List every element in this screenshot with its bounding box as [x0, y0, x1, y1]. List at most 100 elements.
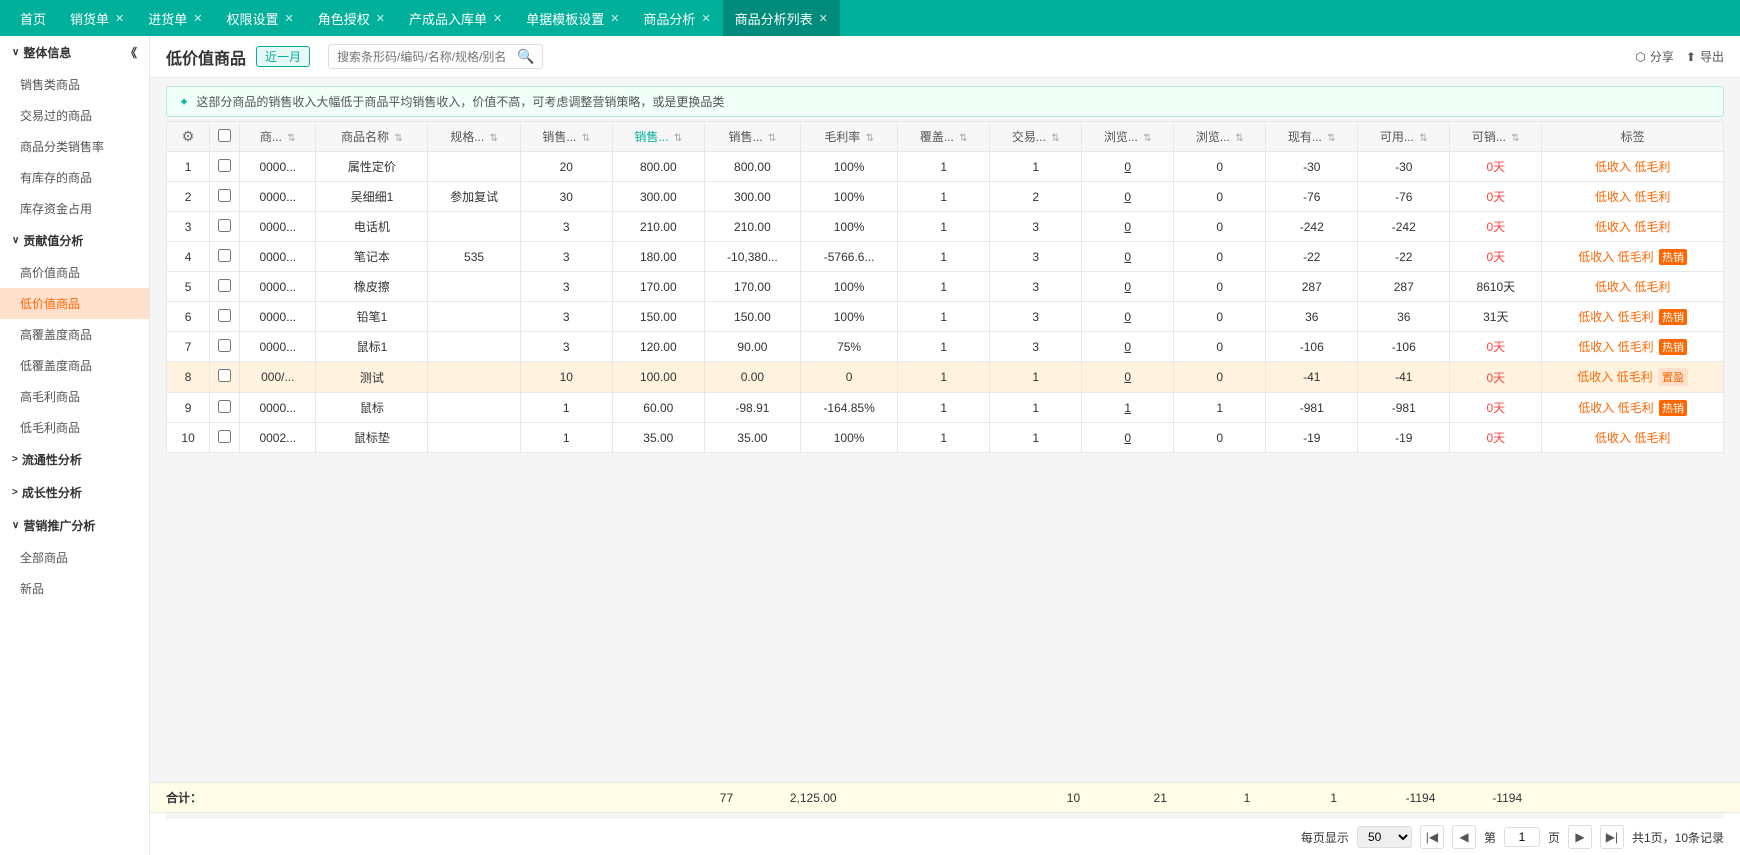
nav-sales-order[interactable]: 销货单 ✕ [58, 0, 136, 36]
sidebar-item-low-value[interactable]: 低价值商品 [0, 288, 149, 319]
nav-purchase-order[interactable]: 进货单 ✕ [136, 0, 214, 36]
row-checkbox-cell[interactable] [210, 272, 240, 302]
views-link[interactable]: 0 [1124, 431, 1131, 445]
nav-permission-settings[interactable]: 权限设置 ✕ [214, 0, 305, 36]
row-checkbox-cell[interactable] [210, 182, 240, 212]
sidebar-section-growth[interactable]: > 成长性分析 [0, 476, 149, 509]
row-checkbox-cell[interactable] [210, 362, 240, 393]
sidebar-item-high-coverage[interactable]: 高覆盖度商品 [0, 319, 149, 350]
views-link[interactable]: 0 [1124, 160, 1131, 174]
next-page-button[interactable]: ▶ [1568, 825, 1592, 849]
nav-template-settings[interactable]: 单据模板设置 ✕ [514, 0, 631, 36]
close-icon[interactable]: ✕ [285, 12, 294, 25]
views1-cell[interactable]: 0 [1082, 212, 1174, 242]
name-column-header[interactable]: 商品名称 ⇅ [316, 122, 428, 152]
views1-cell[interactable]: 1 [1082, 393, 1174, 423]
coverage-column-header[interactable]: 覆盖... ⇅ [898, 122, 990, 152]
views1-cell[interactable]: 0 [1082, 302, 1174, 332]
select-all-checkbox[interactable] [218, 129, 231, 142]
page-number-input[interactable] [1504, 827, 1540, 847]
transactions-column-header[interactable]: 交易... ⇅ [990, 122, 1082, 152]
gear-icon[interactable]: ⚙ [182, 128, 195, 144]
close-icon[interactable]: ✕ [115, 12, 124, 25]
last-page-button[interactable]: ▶| [1600, 825, 1624, 849]
views-link[interactable]: 0 [1124, 340, 1131, 354]
search-input[interactable] [337, 50, 517, 64]
close-icon[interactable]: ✕ [610, 12, 619, 25]
time-filter-badge[interactable]: 近一月 [256, 46, 310, 67]
row-checkbox[interactable] [218, 369, 231, 382]
export-button[interactable]: ⬆ 导出 [1686, 48, 1724, 65]
views-link[interactable]: 1 [1124, 401, 1131, 415]
sidebar-section-overall[interactable]: ∨ 整体信息 《 [0, 36, 149, 69]
code-column-header[interactable]: 商... ⇅ [240, 122, 316, 152]
views-link[interactable]: 0 [1124, 220, 1131, 234]
views2-column-header[interactable]: 浏览... ⇅ [1174, 122, 1266, 152]
sidebar-item-category-sales-rate[interactable]: 商品分类销售率 [0, 131, 149, 162]
row-checkbox[interactable] [218, 189, 231, 202]
sellable-column-header[interactable]: 可销... ⇅ [1450, 122, 1542, 152]
views-link[interactable]: 0 [1124, 370, 1131, 384]
spec-column-header[interactable]: 规格... ⇅ [428, 122, 520, 152]
sidebar-section-contribution[interactable]: ∨ 贡献值分析 [0, 224, 149, 257]
row-checkbox[interactable] [218, 279, 231, 292]
first-page-button[interactable]: |◀ [1420, 825, 1444, 849]
close-icon[interactable]: ✕ [193, 12, 202, 25]
nav-product-warehouse[interactable]: 产成品入库单 ✕ [397, 0, 514, 36]
available-column-header[interactable]: 可用... ⇅ [1358, 122, 1450, 152]
sales-amount-column-header[interactable]: 销售... ⇅ [612, 122, 704, 152]
sidebar-item-new-goods[interactable]: 新品 [0, 573, 149, 604]
views1-cell[interactable]: 0 [1082, 242, 1174, 272]
views1-cell[interactable]: 0 [1082, 362, 1174, 393]
row-checkbox-cell[interactable] [210, 152, 240, 182]
row-checkbox[interactable] [218, 400, 231, 413]
row-checkbox-cell[interactable] [210, 423, 240, 453]
current-stock-column-header[interactable]: 现有... ⇅ [1266, 122, 1358, 152]
nav-product-analysis-list[interactable]: 商品分析列表 ✕ [723, 0, 840, 36]
nav-home[interactable]: 首页 [8, 0, 58, 36]
close-icon[interactable]: ✕ [819, 12, 828, 25]
row-checkbox-cell[interactable] [210, 242, 240, 272]
settings-column-header[interactable]: ⚙ [167, 122, 210, 152]
views1-cell[interactable]: 0 [1082, 423, 1174, 453]
search-icon[interactable]: 🔍 [517, 48, 534, 65]
row-checkbox-cell[interactable] [210, 393, 240, 423]
sidebar-item-all-goods[interactable]: 全部商品 [0, 542, 149, 573]
views1-column-header[interactable]: 浏览... ⇅ [1082, 122, 1174, 152]
views1-cell[interactable]: 0 [1082, 182, 1174, 212]
close-icon[interactable]: ✕ [701, 12, 710, 25]
nav-product-analysis[interactable]: 商品分析 ✕ [631, 0, 722, 36]
row-checkbox[interactable] [218, 339, 231, 352]
close-icon[interactable]: ✕ [376, 12, 385, 25]
row-checkbox[interactable] [218, 159, 231, 172]
row-checkbox[interactable] [218, 249, 231, 262]
views1-cell[interactable]: 0 [1082, 332, 1174, 362]
row-checkbox-cell[interactable] [210, 212, 240, 242]
row-checkbox[interactable] [218, 309, 231, 322]
sidebar-item-high-value[interactable]: 高价值商品 [0, 257, 149, 288]
sidebar-item-high-margin[interactable]: 高毛利商品 [0, 381, 149, 412]
views1-cell[interactable]: 0 [1082, 152, 1174, 182]
share-button[interactable]: ⬡ 分享 [1635, 48, 1674, 65]
sidebar-item-traded-goods[interactable]: 交易过的商品 [0, 100, 149, 131]
close-icon[interactable]: ✕ [493, 12, 502, 25]
checkbox-column-header[interactable] [210, 122, 240, 152]
views1-cell[interactable]: 0 [1082, 272, 1174, 302]
sidebar-item-sales-goods[interactable]: 销售类商品 [0, 69, 149, 100]
row-checkbox-cell[interactable] [210, 302, 240, 332]
sales-qty-column-header[interactable]: 销售... ⇅ [520, 122, 612, 152]
sidebar-item-low-margin[interactable]: 低毛利商品 [0, 412, 149, 443]
sidebar-section-liquidity[interactable]: > 流通性分析 [0, 443, 149, 476]
views-link[interactable]: 0 [1124, 190, 1131, 204]
collapse-btn[interactable]: 《 [125, 44, 137, 61]
nav-role-auth[interactable]: 角色授权 ✕ [306, 0, 397, 36]
sidebar-item-low-coverage[interactable]: 低覆盖度商品 [0, 350, 149, 381]
sales-profit-column-header[interactable]: 销售... ⇅ [704, 122, 800, 152]
row-checkbox-cell[interactable] [210, 332, 240, 362]
sidebar-item-stock-capital[interactable]: 库存资金占用 [0, 193, 149, 224]
views-link[interactable]: 0 [1124, 310, 1131, 324]
page-size-select[interactable]: 50 100 [1357, 826, 1412, 848]
row-checkbox[interactable] [218, 219, 231, 232]
gross-margin-column-header[interactable]: 毛利率 ⇅ [801, 122, 898, 152]
row-checkbox[interactable] [218, 430, 231, 443]
